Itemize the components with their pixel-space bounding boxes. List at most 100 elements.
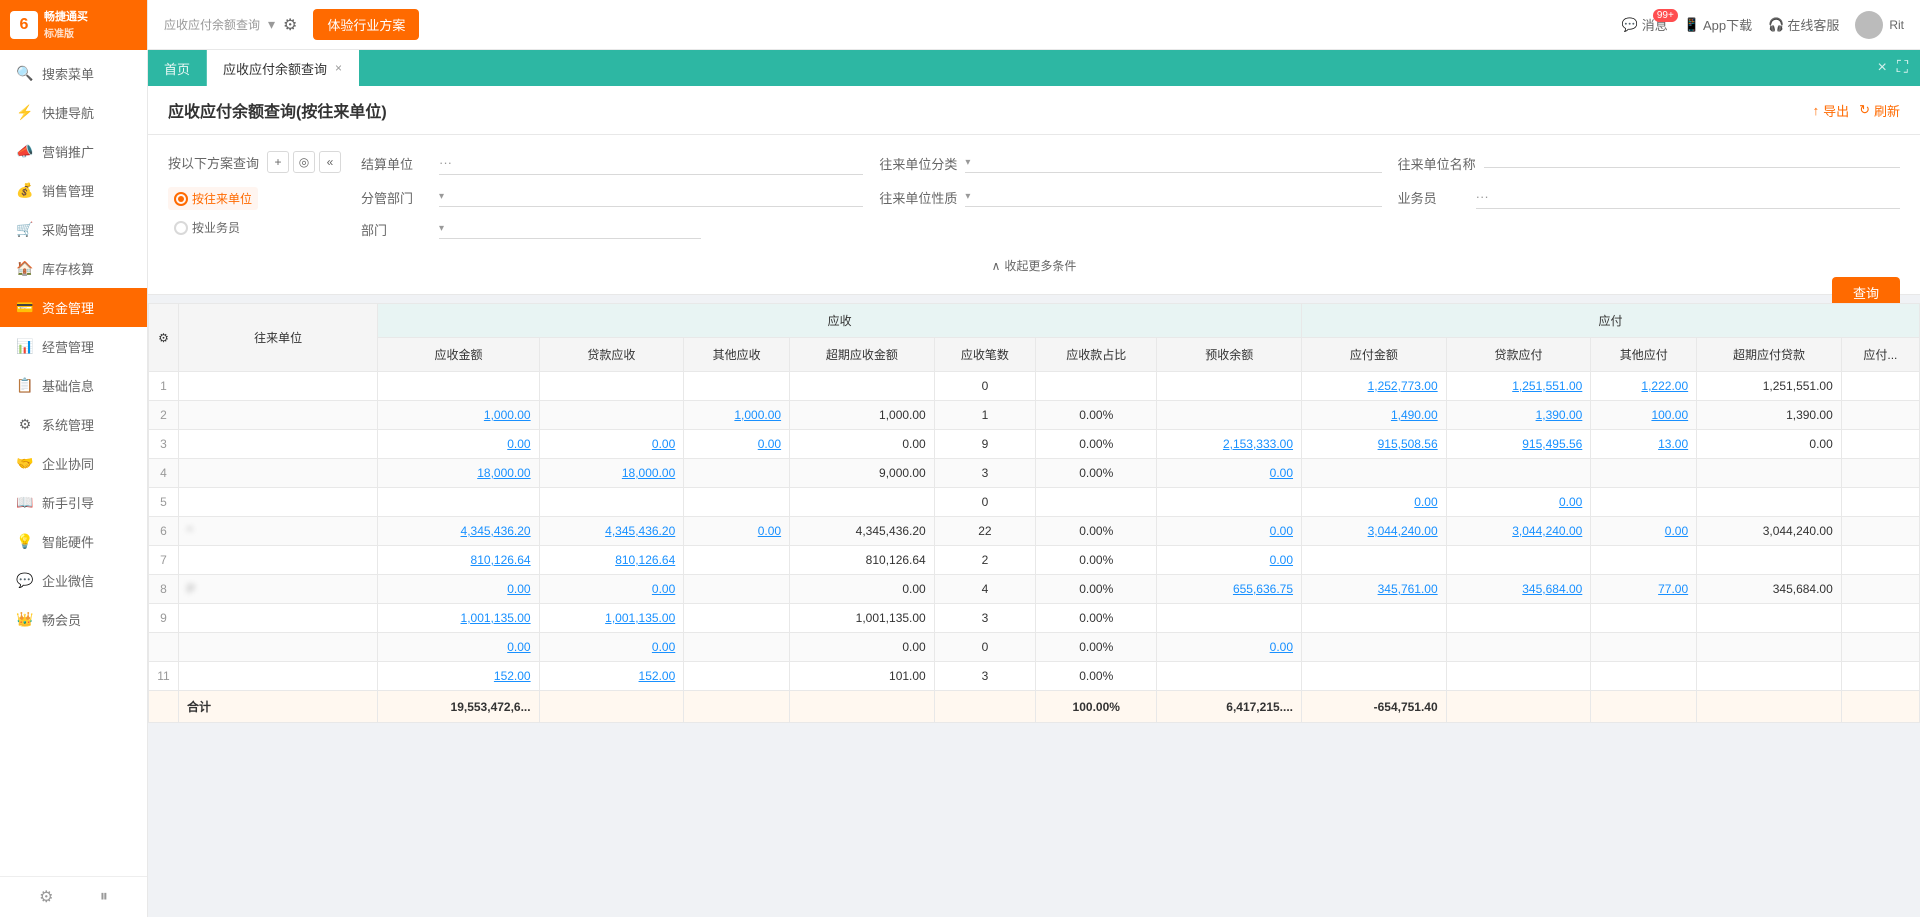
cell-link[interactable]: 100.00 (1651, 408, 1688, 422)
cell-link[interactable]: 0.00 (507, 437, 530, 451)
cell-link[interactable]: 2,153,333.00 (1223, 437, 1293, 451)
sidebar-item-14[interactable]: 👑畅会员 (0, 600, 147, 639)
sidebar-item-4[interactable]: 🛒采购管理 (0, 210, 147, 249)
cell-link[interactable]: 0.00 (1559, 495, 1582, 509)
cell-link[interactable]: 18,000.00 (622, 466, 675, 480)
online-service-button[interactable]: 🎧 在线客服 (1768, 15, 1839, 34)
sidebar-item-11[interactable]: 📖新手引导 (0, 483, 147, 522)
cell-link[interactable]: 3,044,240.00 (1512, 524, 1582, 538)
tab-close-window-icon[interactable]: × (1877, 59, 1886, 77)
sidebar-item-8[interactable]: 📋基础信息 (0, 366, 147, 405)
refresh-button[interactable]: ↻ 刷新 (1859, 101, 1900, 120)
cell-link[interactable]: 3,044,240.00 (1368, 524, 1438, 538)
cell-link[interactable]: 0.00 (652, 582, 675, 596)
header-dropdown-icon[interactable]: ▾ (268, 16, 275, 33)
sidebar-settings-icon[interactable]: ⚙ (39, 887, 53, 907)
tab-close-icon[interactable]: × (335, 61, 342, 75)
cell-link[interactable]: 0.00 (652, 437, 675, 451)
cell-partner (179, 633, 378, 662)
cell-link[interactable]: 345,761.00 (1378, 582, 1438, 596)
sidebar-item-2[interactable]: 📣营销推广 (0, 132, 147, 171)
cell-link[interactable]: 655,636.75 (1233, 582, 1293, 596)
cell-link[interactable]: 18,000.00 (477, 466, 530, 480)
sidebar-item-0[interactable]: 🔍搜索菜单 (0, 54, 147, 93)
scheme-add-icon[interactable]: + (267, 151, 289, 173)
cell-link[interactable]: 1,001,135.00 (605, 611, 675, 625)
cell-link[interactable]: 13.00 (1658, 437, 1688, 451)
sidebar-item-1[interactable]: ⚡快捷导航 (0, 93, 147, 132)
cell-ap-overdue (1697, 604, 1842, 633)
input-dept[interactable]: ▾ (439, 219, 701, 239)
option-by-partner[interactable]: 按往来单位 (168, 187, 258, 210)
collapse-button[interactable]: ∧ 收起更多条件 (168, 253, 1900, 278)
cell-link[interactable]: 0.00 (1270, 553, 1293, 567)
cell-link[interactable]: 0.00 (1270, 640, 1293, 654)
cell-link[interactable]: 1,390.00 (1536, 408, 1583, 422)
input-partner-name[interactable] (1484, 159, 1900, 168)
total-row: 合计 19,553,472,6... 100.00% 6,417,215....… (149, 691, 1920, 723)
cell-link[interactable]: 0.00 (758, 524, 781, 538)
scheme-back-icon[interactable]: « (319, 151, 341, 173)
sidebar-item-3[interactable]: 💰销售管理 (0, 171, 147, 210)
table-config-icon[interactable]: ⚙ (158, 331, 169, 345)
cell-ap-other: 77.00 (1591, 575, 1697, 604)
cell-link[interactable]: 0.00 (507, 582, 530, 596)
message-button[interactable]: 💬 消息 99+ (1622, 15, 1668, 34)
cell-link[interactable]: 0.00 (1270, 466, 1293, 480)
cell-link[interactable]: 1,251,551.00 (1512, 379, 1582, 393)
cell-index: 11 (149, 662, 179, 691)
sidebar-item-10[interactable]: 🤝企业协同 (0, 444, 147, 483)
input-dept-head[interactable]: ▾ (439, 187, 863, 207)
input-partner-type[interactable]: ▾ (965, 187, 1381, 207)
table-row: 8 P 0.00 0.00 0.00 4 0.00% 655,636.75 34… (149, 575, 1920, 604)
cell-ap-other: 0.00 (1591, 517, 1697, 546)
sidebar-item-6[interactable]: 💳资金管理 (0, 288, 147, 327)
input-salesman[interactable]: ··· (1476, 185, 1900, 209)
tab-home[interactable]: 首页 (148, 50, 207, 86)
cell-link[interactable]: 810,126.64 (471, 553, 531, 567)
sidebar-item-7[interactable]: 📊经营管理 (0, 327, 147, 366)
input-settlement[interactable]: ··· (439, 151, 863, 175)
cell-link[interactable]: 1,000.00 (734, 408, 781, 422)
sidebar-item-13[interactable]: 💬企业微信 (0, 561, 147, 600)
tab-fullscreen-icon[interactable]: ⛶ (1897, 59, 1908, 77)
sidebar-item-9[interactable]: ⚙系统管理 (0, 405, 147, 444)
cell-link[interactable]: 0.00 (1270, 524, 1293, 538)
cell-link[interactable]: 0.00 (1665, 524, 1688, 538)
cell-link[interactable]: 915,495.56 (1522, 437, 1582, 451)
cell-link[interactable]: 1,490.00 (1391, 408, 1438, 422)
promo-button[interactable]: 体验行业方案 (313, 9, 419, 40)
sidebar-item-5[interactable]: 🏠库存核算 (0, 249, 147, 288)
sidebar-item-12[interactable]: 💡智能硬件 (0, 522, 147, 561)
cell-link[interactable]: 4,345,436.20 (461, 524, 531, 538)
cell-prepaid: 0.00 (1157, 633, 1302, 662)
cell-link[interactable]: 810,126.64 (615, 553, 675, 567)
cell-link[interactable]: 915,508.56 (1378, 437, 1438, 451)
cell-link[interactable]: 77.00 (1658, 582, 1688, 596)
scheme-edit-icon[interactable]: ◎ (293, 151, 315, 173)
cell-link[interactable]: 1,000.00 (484, 408, 531, 422)
cell-link[interactable]: 0.00 (507, 640, 530, 654)
cell-link[interactable]: 0.00 (1414, 495, 1437, 509)
cell-link[interactable]: 152.00 (494, 669, 531, 683)
cell-link[interactable]: 152.00 (639, 669, 676, 683)
cell-link[interactable]: 4,345,436.20 (605, 524, 675, 538)
sidebar-collapse-icon[interactable]: ⏸ (100, 888, 108, 906)
export-button[interactable]: ↑ 导出 (1813, 101, 1850, 120)
dropdown-arrow-3-icon: ▾ (965, 191, 970, 202)
app-download-button[interactable]: 📱 App下载 (1684, 15, 1752, 34)
cell-link[interactable]: 1,222.00 (1641, 379, 1688, 393)
cell-link[interactable]: 0.00 (652, 640, 675, 654)
cell-link[interactable]: 345,684.00 (1522, 582, 1582, 596)
cell-link[interactable]: 1,001,135.00 (461, 611, 531, 625)
cell-link[interactable]: 1,252,773.00 (1368, 379, 1438, 393)
header-gear-icon[interactable]: ⚙ (283, 15, 297, 35)
option-by-salesman[interactable]: 按业务员 (168, 216, 246, 239)
blurred-name: P (187, 582, 195, 596)
input-partner-cat[interactable]: ▾ (965, 153, 1381, 173)
cell-ar-amount: 152.00 (378, 662, 539, 691)
cell-link[interactable]: 0.00 (758, 437, 781, 451)
tab-ar-query[interactable]: 应收应付余额查询 × (207, 50, 359, 86)
sidebar-label-3: 销售管理 (42, 181, 94, 200)
total-index (149, 691, 179, 723)
